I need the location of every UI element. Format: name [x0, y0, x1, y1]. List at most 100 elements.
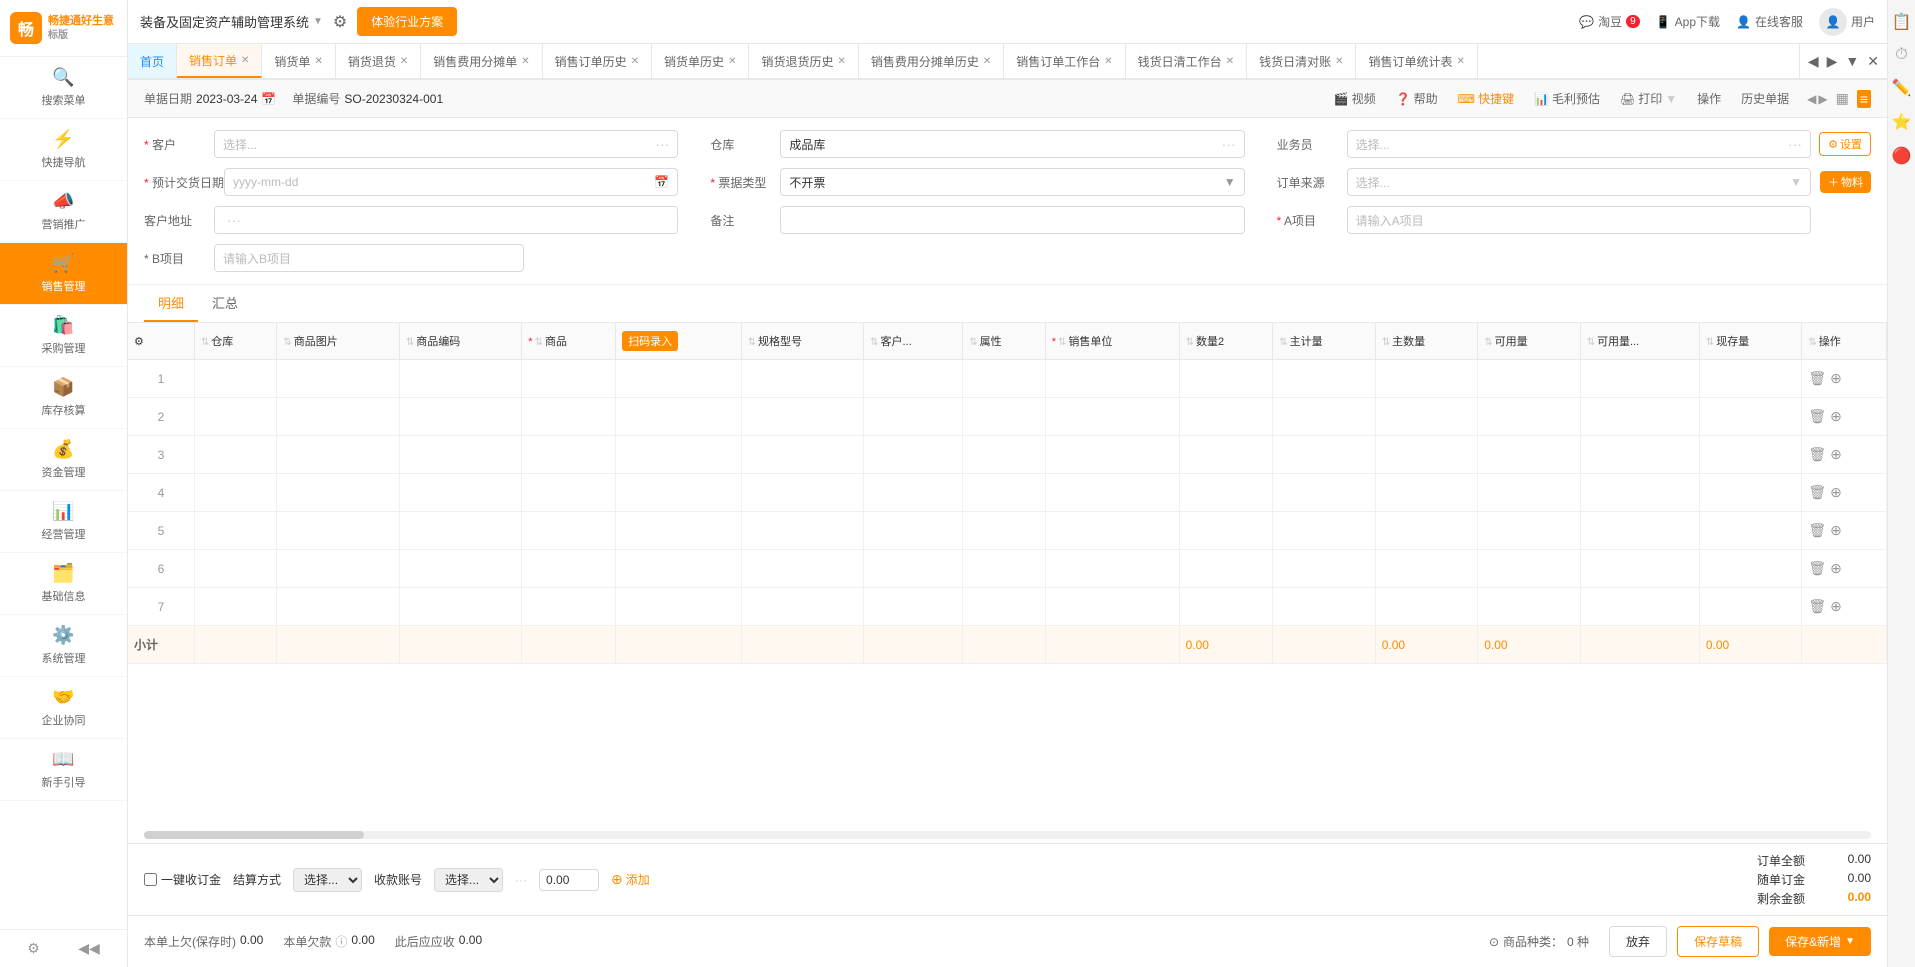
tab-close-6[interactable]: ✕: [728, 56, 736, 67]
table-settings-icon[interactable]: ⚙: [134, 336, 144, 348]
cell-stock[interactable]: [1699, 588, 1801, 626]
delete-row-icon[interactable]: 🗑: [1808, 370, 1826, 387]
cell-image[interactable]: [277, 436, 399, 474]
cell-stock[interactable]: [1699, 550, 1801, 588]
tab-close-2[interactable]: ✕: [314, 56, 322, 67]
tab-close-11[interactable]: ✕: [1335, 56, 1343, 67]
cell-code[interactable]: [399, 474, 521, 512]
cell-warehouse[interactable]: [194, 550, 276, 588]
nav-next-icon[interactable]: ▶: [1818, 92, 1827, 106]
copy-row-icon[interactable]: ⊕: [1830, 484, 1842, 501]
tab-8[interactable]: 销售费用分摊单历史✕: [859, 44, 1004, 78]
save-new-dropdown-icon[interactable]: ▼: [1845, 936, 1855, 947]
tab-nav-prev[interactable]: ◀: [1806, 53, 1821, 70]
cell-customer_code[interactable]: [864, 398, 963, 436]
cell-scan[interactable]: [616, 360, 741, 398]
cell-main_qty[interactable]: [1375, 436, 1477, 474]
help-btn[interactable]: ❓ 帮助: [1390, 88, 1444, 109]
add-footer-button[interactable]: ⊕ 添加: [611, 871, 650, 888]
tab-close-4[interactable]: ✕: [521, 56, 529, 67]
cell-code[interactable]: [399, 436, 521, 474]
cell-attr[interactable]: [963, 588, 1045, 626]
cell-spec[interactable]: [741, 360, 863, 398]
copy-row-icon[interactable]: ⊕: [1830, 446, 1842, 463]
cell-spec[interactable]: [741, 588, 863, 626]
delete-row-icon[interactable]: 🗑: [1808, 408, 1826, 425]
cell-main_unit[interactable]: [1273, 512, 1375, 550]
industry-solution-button[interactable]: 体验行业方案: [357, 7, 457, 36]
cell-customer_code[interactable]: [864, 474, 963, 512]
customer-dots-icon[interactable]: ···: [655, 136, 669, 152]
sidebar-item-基础信息[interactable]: 🗂️基础信息: [0, 553, 127, 615]
cell-spec[interactable]: [741, 398, 863, 436]
cell-scan[interactable]: [616, 436, 741, 474]
sidebar-item-销售管理[interactable]: 🛒销售管理: [0, 243, 127, 305]
detail-tab-1[interactable]: 汇总: [198, 285, 252, 322]
delete-row-icon[interactable]: 🗑: [1808, 522, 1826, 539]
cell-available[interactable]: [1478, 360, 1580, 398]
sidebar-item-经营管理[interactable]: 📊经营管理: [0, 491, 127, 553]
amount-input[interactable]: [539, 869, 599, 891]
customer-address-input[interactable]: ···: [214, 206, 678, 234]
history-btn[interactable]: 历史单据: [1735, 88, 1795, 109]
cell-product[interactable]: [522, 436, 616, 474]
list-view-icon[interactable]: ≡: [1857, 90, 1871, 108]
cell-unit[interactable]: [1045, 474, 1179, 512]
delivery-date-input[interactable]: yyyy-mm-dd 📅: [224, 168, 678, 196]
panel-icon-1[interactable]: 📋: [1888, 8, 1915, 36]
panel-icon-2[interactable]: ⏱: [1891, 42, 1911, 68]
order-source-select[interactable]: 选择... ▼: [1347, 168, 1811, 196]
cell-code[interactable]: [399, 398, 521, 436]
cell-main_qty[interactable]: [1375, 588, 1477, 626]
online-service-item[interactable]: 👤 在线客服: [1736, 13, 1803, 30]
cell-qty2[interactable]: [1179, 588, 1273, 626]
cell-available2[interactable]: [1580, 398, 1699, 436]
cell-spec[interactable]: [741, 436, 863, 474]
tab-nav-menu[interactable]: ▼: [1843, 53, 1861, 69]
cell-product[interactable]: [522, 550, 616, 588]
print-btn[interactable]: 🖨 打印 ▼: [1614, 88, 1683, 109]
tab-close-7[interactable]: ✕: [837, 56, 845, 67]
cell-attr[interactable]: [963, 474, 1045, 512]
calendar-icon[interactable]: 📅: [261, 92, 276, 106]
cell-spec[interactable]: [741, 512, 863, 550]
tab-close-8[interactable]: ✕: [983, 56, 991, 67]
cell-attr[interactable]: [963, 512, 1045, 550]
view-btn[interactable]: 🎬 视频: [1328, 88, 1382, 109]
cell-customer_code[interactable]: [864, 550, 963, 588]
save-new-button[interactable]: 保存&新增 ▼: [1769, 927, 1871, 956]
cell-customer_code[interactable]: [864, 436, 963, 474]
copy-row-icon[interactable]: ⊕: [1830, 598, 1842, 615]
delete-row-icon[interactable]: 🗑: [1808, 484, 1826, 501]
address-dots-icon[interactable]: ···: [227, 212, 241, 228]
cell-main_unit[interactable]: [1273, 436, 1375, 474]
cell-unit[interactable]: [1045, 436, 1179, 474]
a-project-input[interactable]: 请输入A项目: [1347, 206, 1811, 234]
shortcut-btn[interactable]: ⌨ 快捷键: [1452, 88, 1520, 109]
cell-qty2[interactable]: [1179, 436, 1273, 474]
cell-attr[interactable]: [963, 436, 1045, 474]
settings-icon[interactable]: ⚙: [27, 940, 40, 957]
operation-btn[interactable]: 操作: [1691, 88, 1727, 109]
cell-main_qty[interactable]: [1375, 398, 1477, 436]
cell-attr[interactable]: [963, 398, 1045, 436]
cell-available2[interactable]: [1580, 360, 1699, 398]
cell-warehouse[interactable]: [194, 474, 276, 512]
tab-11[interactable]: 钱货日清对账✕: [1247, 44, 1356, 78]
cell-main_qty[interactable]: [1375, 512, 1477, 550]
warehouse-dots-icon[interactable]: ···: [1222, 136, 1236, 152]
b-project-input[interactable]: 请输入B项目: [214, 244, 524, 272]
settings-button[interactable]: ⚙ 设置: [1819, 132, 1871, 156]
cell-scan[interactable]: [616, 512, 741, 550]
cell-image[interactable]: [277, 512, 399, 550]
order-source-dropdown-icon[interactable]: ▼: [1790, 175, 1802, 189]
copy-row-icon[interactable]: ⊕: [1830, 408, 1842, 425]
sidebar-item-企业协同[interactable]: 🤝企业协同: [0, 677, 127, 739]
tab-9[interactable]: 销售订单工作台✕: [1004, 44, 1125, 78]
cell-attr[interactable]: [963, 360, 1045, 398]
panel-icon-4[interactable]: ⭐: [1888, 108, 1915, 136]
cell-image[interactable]: [277, 360, 399, 398]
payment-method-select[interactable]: 选择...: [293, 868, 362, 892]
tab-7[interactable]: 销货退货历史✕: [749, 44, 858, 78]
print-dropdown-icon[interactable]: ▼: [1665, 92, 1677, 106]
